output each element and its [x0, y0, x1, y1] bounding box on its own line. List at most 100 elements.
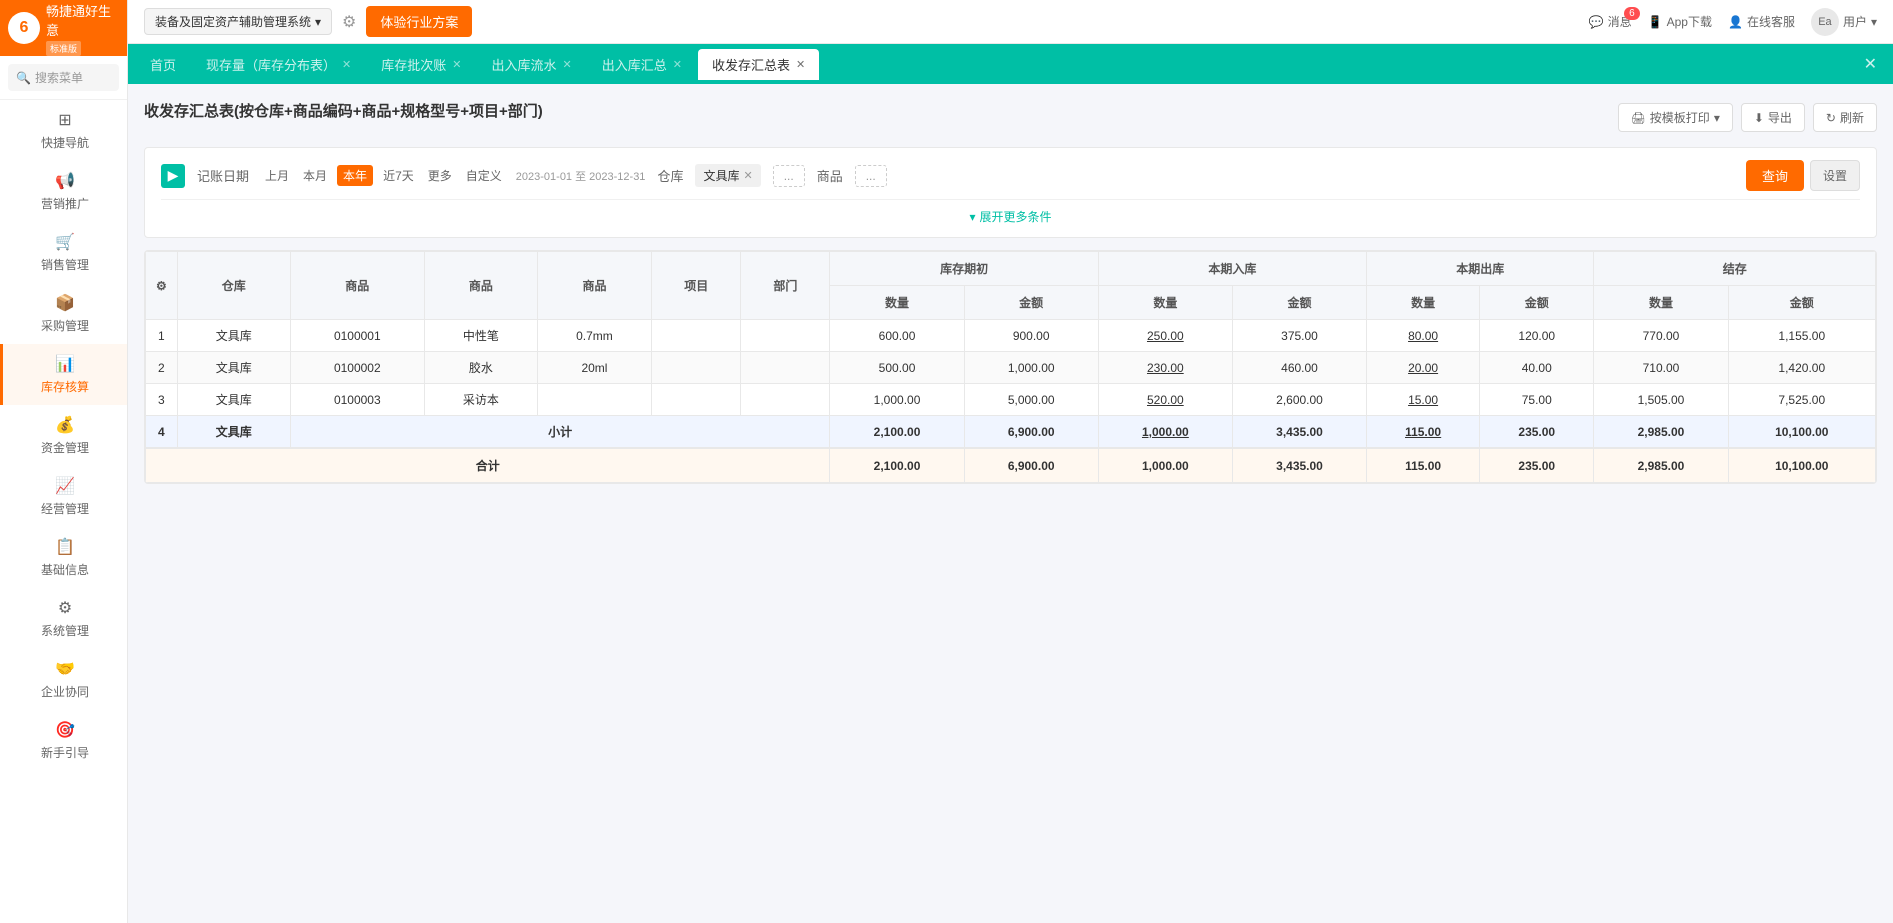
row-in-qty[interactable]: 520.00 [1098, 384, 1232, 416]
row-goods-name: 中性笔 [424, 320, 537, 352]
tab-close-icon[interactable]: ✕ [673, 58, 682, 71]
row-begin-amt: 5,000.00 [964, 384, 1098, 416]
app-download-button[interactable]: 📱 App下载 [1648, 13, 1712, 30]
tab-close-icon[interactable]: ✕ [452, 58, 461, 71]
warehouse-more-button[interactable]: ... [773, 165, 805, 187]
row-project [652, 320, 741, 352]
out-qty-header: 数量 [1367, 286, 1480, 320]
row-out-qty[interactable]: 20.00 [1367, 352, 1480, 384]
row-in-qty[interactable]: 250.00 [1098, 320, 1232, 352]
system-icon: ⚙ [58, 598, 72, 618]
tab-close-icon[interactable]: ✕ [342, 58, 351, 71]
tab-in-out-flow[interactable]: 出入库流水 ✕ [477, 49, 585, 80]
row-out-qty[interactable]: 80.00 [1367, 320, 1480, 352]
online-service-button[interactable]: 👤 在线客服 [1728, 13, 1795, 30]
subtotal-begin-qty: 2,100.00 [830, 416, 964, 449]
total-in-qty: 1,000.00 [1098, 448, 1232, 483]
row-goods-code: 0100003 [290, 384, 424, 416]
tab-recv-send-summary[interactable]: 收发存汇总表 ✕ [698, 49, 819, 80]
row-goods-code: 0100002 [290, 352, 424, 384]
subtotal-out-qty[interactable]: 115.00 [1367, 416, 1480, 449]
tab-close-icon[interactable]: ✕ [796, 58, 805, 71]
search-menu-button[interactable]: 🔍 搜索菜单 [8, 64, 119, 91]
project-col-header: 项目 [652, 252, 741, 320]
row-warehouse: 文具库 [177, 352, 290, 384]
tab-label: 首页 [150, 55, 176, 74]
expand-more-button[interactable]: ▾ 展开更多条件 [969, 208, 1051, 225]
total-begin-amt: 6,900.00 [964, 448, 1098, 483]
subtotal-in-qty[interactable]: 1,000.00 [1098, 416, 1232, 449]
search-menu-label: 搜索菜单 [35, 69, 83, 86]
experience-button[interactable]: 体验行业方案 [366, 6, 472, 37]
guide-icon: 🎯 [55, 720, 75, 740]
avatar: Ea [1811, 8, 1839, 36]
sidebar-item-operations[interactable]: 📈 经营管理 [0, 466, 127, 527]
custom-date-btn[interactable]: 自定义 [462, 165, 506, 186]
row-bal-qty: 1,505.00 [1594, 384, 1728, 416]
sidebar-item-marketing[interactable]: 📢 营销推广 [0, 161, 127, 222]
sidebar-item-enterprise[interactable]: 🤝 企业协同 [0, 649, 127, 710]
sidebar-item-label: 采购管理 [41, 317, 89, 334]
print-template-button[interactable]: 🖨 按模板打印 ▾ [1618, 103, 1733, 132]
row-bal-qty: 770.00 [1594, 320, 1728, 352]
messages-button[interactable]: 💬 消息 6 [1589, 13, 1632, 30]
settings-button[interactable]: 设置 [1810, 160, 1860, 191]
tab-batch-account[interactable]: 库存批次账 ✕ [367, 49, 475, 80]
row-goods-code: 0100001 [290, 320, 424, 352]
row-project [652, 384, 741, 416]
total-in-amt: 3,435.00 [1232, 448, 1366, 483]
tab-close-icon[interactable]: ✕ [563, 58, 572, 71]
export-btn-label: 导出 [1768, 109, 1792, 126]
page-title: 收发存汇总表(按仓库+商品编码+商品+规格型号+项目+部门) [144, 100, 543, 121]
warehouse-tag-close[interactable]: ✕ [743, 169, 752, 182]
service-icon: 👤 [1728, 15, 1743, 29]
filter-expand-button[interactable]: ▶ [161, 164, 185, 188]
tab-label: 库存批次账 [381, 55, 446, 74]
sidebar-item-finance[interactable]: 💰 资金管理 [0, 405, 127, 466]
row-out-qty[interactable]: 15.00 [1367, 384, 1480, 416]
logo-badge: 标准版 [46, 41, 81, 56]
sidebar-item-inventory[interactable]: 📊 库存核算 [0, 344, 127, 405]
more-date-btn[interactable]: 更多 [424, 165, 456, 186]
sidebar-item-label: 经营管理 [41, 500, 89, 517]
sidebar-item-system[interactable]: ⚙ 系统管理 [0, 588, 127, 649]
online-service-label: 在线客服 [1747, 13, 1795, 30]
row-no: 1 [146, 320, 178, 352]
tab-inventory-dist[interactable]: 现存量（库存分布表） ✕ [192, 49, 365, 80]
refresh-button[interactable]: ↻ 刷新 [1813, 103, 1877, 132]
curr-year-btn[interactable]: 本年 [337, 165, 373, 186]
goods-spec-col-header: 商品 [537, 252, 651, 320]
row-goods-spec [537, 384, 651, 416]
period-begin-col-header: 库存期初 [830, 252, 1098, 286]
sidebar-item-sales[interactable]: 🛒 销售管理 [0, 222, 127, 283]
sidebar-item-purchase[interactable]: 📦 采购管理 [0, 283, 127, 344]
total-out-amt: 235.00 [1480, 448, 1594, 483]
prev-month-btn[interactable]: 上月 [261, 165, 293, 186]
settings-icon[interactable]: ⚙ [342, 12, 356, 32]
row-in-qty[interactable]: 230.00 [1098, 352, 1232, 384]
period-in-col-header: 本期入库 [1098, 252, 1366, 286]
system-selector[interactable]: 装备及固定资产辅助管理系统 ▾ [144, 8, 332, 35]
tab-label: 出入库流水 [491, 55, 556, 74]
goods-more-button[interactable]: ... [855, 165, 887, 187]
week-btn[interactable]: 近7天 [379, 165, 418, 186]
row-goods-spec: 20ml [537, 352, 651, 384]
tab-in-out-summary[interactable]: 出入库汇总 ✕ [588, 49, 696, 80]
row-goods-name: 采访本 [424, 384, 537, 416]
logo-icon: 6 [8, 12, 40, 44]
user-menu[interactable]: Ea 用户 ▾ [1811, 8, 1877, 36]
query-button[interactable]: 查询 [1746, 160, 1804, 191]
refresh-icon: ↻ [1826, 111, 1836, 125]
sidebar-item-basic-info[interactable]: 📋 基础信息 [0, 527, 127, 588]
goods-name-col-header: 商品 [424, 252, 537, 320]
sidebar-item-guide[interactable]: 🎯 新手引导 [0, 710, 127, 771]
tab-bar-close-button[interactable]: ✕ [1856, 54, 1885, 74]
sidebar-item-quick-nav[interactable]: ⊞ 快捷导航 [0, 100, 127, 161]
export-button[interactable]: ⬇ 导出 [1741, 103, 1805, 132]
print-btn-label: 按模板打印 [1650, 109, 1710, 126]
table-settings-icon[interactable]: ⚙ [156, 279, 167, 293]
tab-home[interactable]: 首页 [136, 49, 190, 80]
dropdown-icon: ▾ [1714, 111, 1720, 125]
total-begin-qty: 2,100.00 [830, 448, 964, 483]
curr-month-btn[interactable]: 本月 [299, 165, 331, 186]
